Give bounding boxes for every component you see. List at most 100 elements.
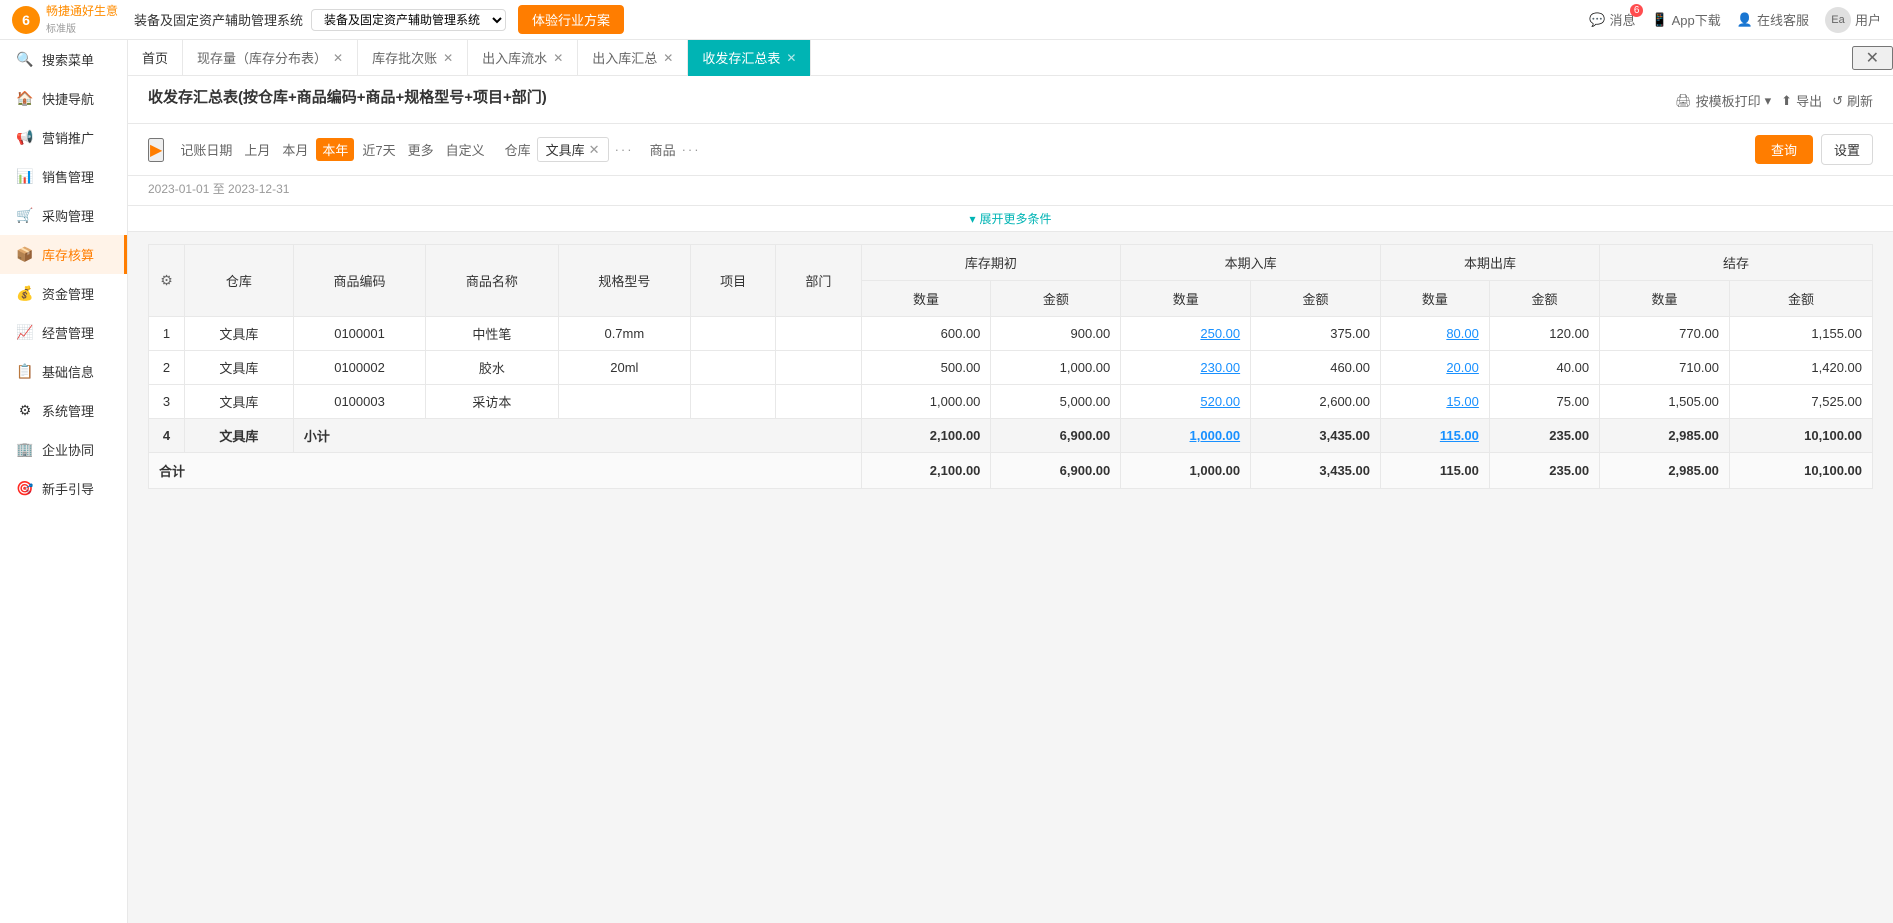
- subtotal-in-qty[interactable]: 1,000.00: [1121, 419, 1251, 453]
- tab-close-batch[interactable]: ✕: [443, 51, 453, 65]
- sidebar-item-search[interactable]: 🔍搜索菜单: [0, 40, 127, 79]
- quick-nav-icon: 🏠: [16, 90, 34, 107]
- tab-batch[interactable]: 库存批次账✕: [358, 40, 468, 76]
- app-download-action[interactable]: 📱 App下载: [1651, 10, 1720, 29]
- subtotal-out-qty[interactable]: 115.00: [1380, 419, 1489, 453]
- tab-close-recv-send[interactable]: ✕: [786, 51, 796, 65]
- col-dept-header: 部门: [776, 245, 861, 317]
- goods-more-dots[interactable]: ···: [682, 142, 701, 157]
- sidebar-item-sales[interactable]: 📊销售管理: [0, 157, 127, 196]
- inventory-icon: 📦: [16, 246, 34, 263]
- row-bal-qty-1: 710.00: [1600, 351, 1730, 385]
- row-in-qty-0[interactable]: 250.00: [1121, 317, 1251, 351]
- subtotal-row: 4 文具库 小计 2,100.00 6,900.00 1,000.00 3,43…: [149, 419, 1873, 453]
- tabs-close-all-button[interactable]: ✕: [1852, 46, 1893, 70]
- row-open-qty-1: 500.00: [861, 351, 991, 385]
- sidebar-item-purchase[interactable]: 🛒采购管理: [0, 196, 127, 235]
- sidebar-item-operations[interactable]: 📈经营管理: [0, 313, 127, 352]
- system-select[interactable]: 装备及固定资产辅助管理系统: [311, 9, 506, 31]
- subtotal-label: 小计: [293, 419, 861, 453]
- sidebar-item-enterprise[interactable]: 🏢企业协同: [0, 430, 127, 469]
- enterprise-icon: 🏢: [16, 441, 34, 458]
- tab-label-recv-send: 收发存汇总表: [702, 48, 780, 67]
- last-7days-btn[interactable]: 近7天: [358, 138, 399, 161]
- table-settings-header[interactable]: ⚙: [149, 245, 185, 317]
- phone-icon: 📱: [1651, 12, 1667, 28]
- row-dept-2: [776, 385, 861, 419]
- print-button[interactable]: 🖨 按模板打印 ▾: [1675, 91, 1771, 110]
- in-amt-header: 金额: [1251, 281, 1381, 317]
- col-balance-header: 结存: [1600, 245, 1873, 281]
- row-out-qty-1[interactable]: 20.00: [1380, 351, 1489, 385]
- message-badge: 6: [1630, 4, 1644, 17]
- user-avatar: Ea: [1825, 7, 1851, 33]
- filter-collapse-button[interactable]: ▶: [148, 138, 164, 162]
- tab-close-inout-summary[interactable]: ✕: [663, 51, 673, 65]
- this-year-btn[interactable]: 本年: [316, 138, 354, 161]
- row-out-amt-2: 75.00: [1489, 385, 1599, 419]
- sidebar-item-system[interactable]: ⚙系统管理: [0, 391, 127, 430]
- sidebar-item-inventory[interactable]: 📦库存核算: [0, 235, 127, 274]
- sidebar-item-guide[interactable]: 🎯新手引导: [0, 469, 127, 508]
- col-project-header: 项目: [691, 245, 776, 317]
- message-action[interactable]: 💬 消息 6: [1589, 10, 1635, 29]
- marketing-icon: 📢: [16, 129, 34, 146]
- tab-inout-flow[interactable]: 出入库流水 ✕: [468, 40, 578, 76]
- row-in-amt-1: 460.00: [1251, 351, 1381, 385]
- online-service-action[interactable]: 👤 在线客服: [1737, 10, 1809, 29]
- row-out-qty-0[interactable]: 80.00: [1380, 317, 1489, 351]
- warehouse-tag-close[interactable]: ✕: [589, 142, 600, 158]
- bal-amt-header: 金额: [1729, 281, 1872, 317]
- more-date-btn[interactable]: 更多: [404, 138, 438, 161]
- tab-label-inout-flow: 出入库流水: [482, 48, 547, 67]
- filter-settings-button[interactable]: 设置: [1821, 134, 1873, 165]
- sidebar-label-sales: 销售管理: [42, 167, 94, 186]
- sidebar-item-basic-info[interactable]: 📋基础信息: [0, 352, 127, 391]
- tab-recv-send[interactable]: 收发存汇总表 ✕: [688, 40, 811, 76]
- user-area[interactable]: Ea 用户: [1825, 7, 1881, 33]
- row-out-qty-2[interactable]: 15.00: [1380, 385, 1489, 419]
- subtotal-in-amt: 3,435.00: [1251, 419, 1381, 453]
- page-content: 收发存汇总表(按仓库+商品编码+商品+规格型号+项目+部门) 🖨 按模板打印 ▾…: [128, 76, 1893, 923]
- experience-button[interactable]: 体验行业方案: [518, 5, 624, 34]
- row-project-2: [691, 385, 776, 419]
- last-month-btn[interactable]: 上月: [240, 138, 274, 161]
- row-spec-1: 20ml: [558, 351, 690, 385]
- custom-date-btn[interactable]: 自定义: [442, 138, 489, 161]
- warehouse-more-dots[interactable]: ···: [615, 142, 634, 157]
- expand-more-bar: ▾ 展开更多条件: [128, 206, 1893, 232]
- row-bal-qty-2: 1,505.00: [1600, 385, 1730, 419]
- subtotal-no: 4: [149, 419, 185, 453]
- subtotal-bal-qty: 2,985.00: [1600, 419, 1730, 453]
- tab-home[interactable]: 首页: [128, 40, 183, 76]
- tab-close-inventory-dist[interactable]: ✕: [333, 51, 343, 65]
- row-bal-qty-0: 770.00: [1600, 317, 1730, 351]
- tab-label-home: 首页: [142, 48, 168, 67]
- row-open-amt-1: 1,000.00: [991, 351, 1121, 385]
- this-month-btn[interactable]: 本月: [278, 138, 312, 161]
- goods-filter-section: 商品 ···: [650, 140, 701, 159]
- sidebar-label-search: 搜索菜单: [42, 50, 94, 69]
- query-button[interactable]: 查询: [1755, 135, 1813, 164]
- refresh-button[interactable]: ↺ 刷新: [1832, 91, 1873, 110]
- row-in-qty-1[interactable]: 230.00: [1121, 351, 1251, 385]
- message-icon: 💬: [1589, 12, 1605, 28]
- tab-label-inventory-dist: 现存量（库存分布表）: [197, 48, 327, 67]
- total-out-amt: 235.00: [1489, 453, 1599, 489]
- row-in-qty-2[interactable]: 520.00: [1121, 385, 1251, 419]
- tab-inout-summary[interactable]: 出入库汇总✕: [578, 40, 688, 76]
- operations-icon: 📈: [16, 324, 34, 341]
- date-label: 记账日期: [180, 140, 232, 159]
- expand-more-button[interactable]: ▾ 展开更多条件: [969, 210, 1051, 227]
- row-in-amt-0: 375.00: [1251, 317, 1381, 351]
- row-no-0: 1: [149, 317, 185, 351]
- sidebar-item-finance[interactable]: 💰资金管理: [0, 274, 127, 313]
- subtotal-open-amt: 6,900.00: [991, 419, 1121, 453]
- total-label: 合计: [149, 453, 862, 489]
- export-button[interactable]: ⬆ 导出: [1781, 91, 1822, 110]
- system-title: 装备及固定资产辅助管理系统: [134, 10, 303, 29]
- sidebar-item-marketing[interactable]: 📢营销推广: [0, 118, 127, 157]
- tab-inventory-dist[interactable]: 现存量（库存分布表） ✕: [183, 40, 358, 76]
- tab-close-inout-flow[interactable]: ✕: [553, 51, 563, 65]
- sidebar-item-quick-nav[interactable]: 🏠快捷导航: [0, 79, 127, 118]
